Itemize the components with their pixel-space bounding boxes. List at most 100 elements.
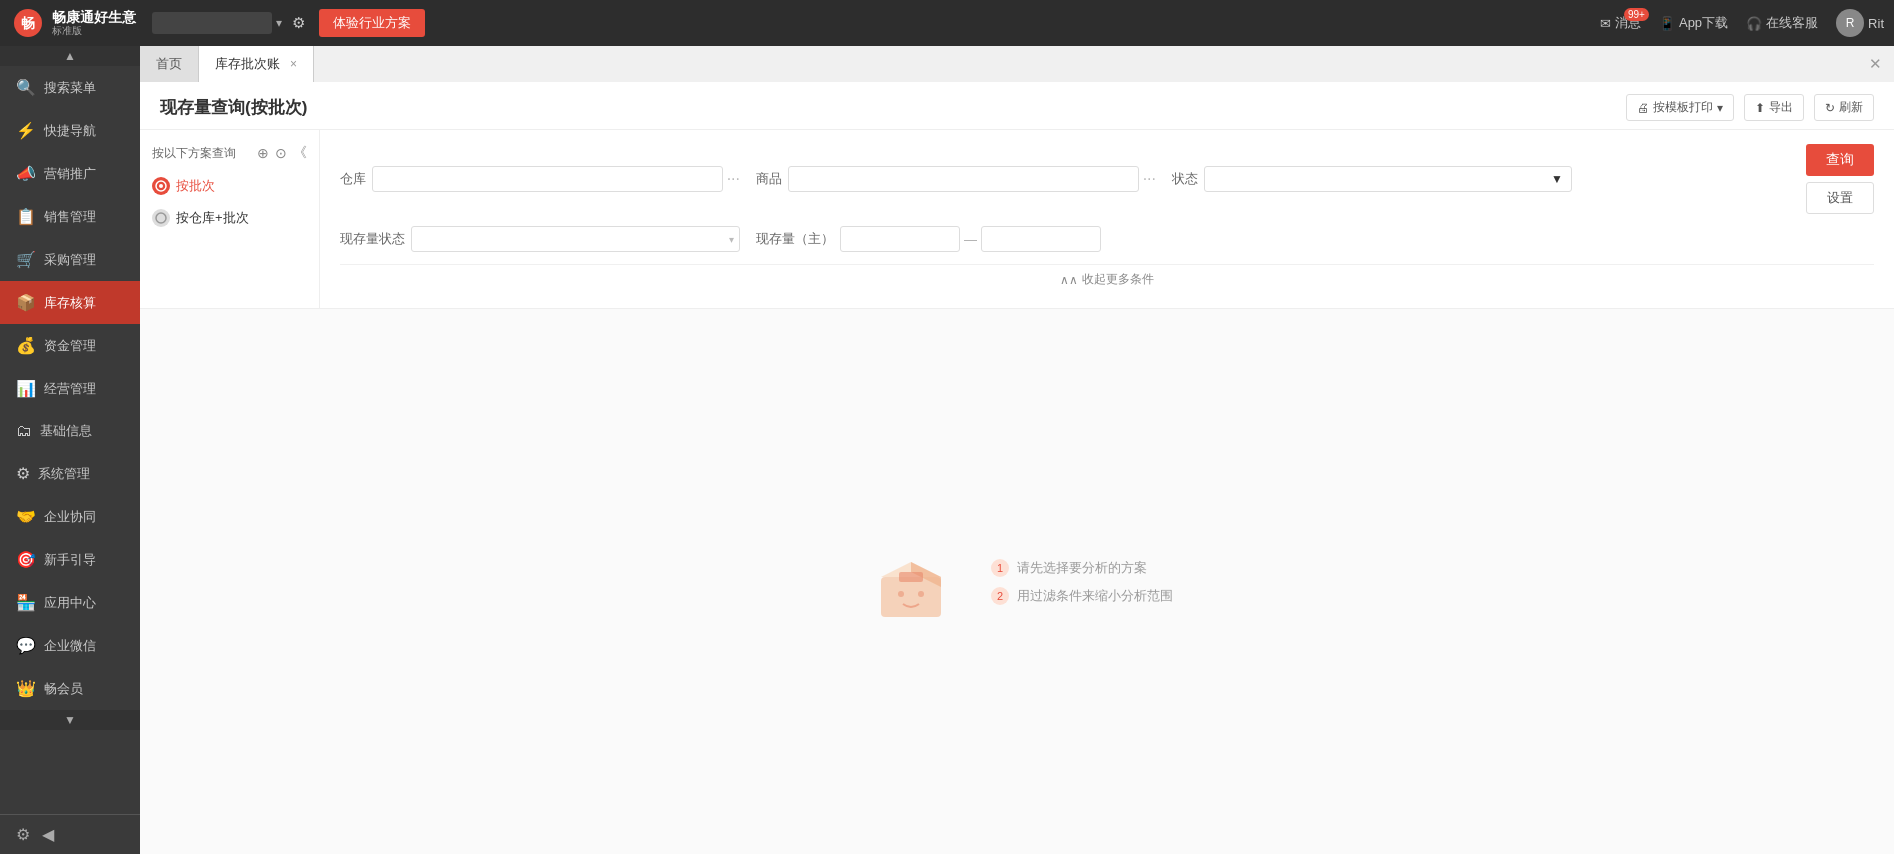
sidebar-item-label: 搜索菜单: [44, 79, 96, 97]
add-scheme-icon[interactable]: ⊕: [257, 145, 269, 161]
chevron-up-icon: ∧∧: [1060, 273, 1078, 287]
online-service-label: 在线客服: [1766, 14, 1818, 32]
stock-status-select[interactable]: [411, 226, 740, 252]
tab-inventory-batch[interactable]: 库存批次账 ×: [199, 46, 314, 82]
svg-rect-8: [899, 572, 923, 582]
topbar-search-area: ▾ ⚙: [152, 12, 305, 34]
app-download-label: App下载: [1679, 14, 1728, 32]
sidebar-item-label: 资金管理: [44, 337, 96, 355]
page-title: 现存量查询(按批次): [160, 96, 1626, 119]
stock-qty-dash: —: [960, 232, 981, 247]
scheme-item-batch[interactable]: 按批次: [140, 170, 319, 202]
brand-info: 畅康通好生意 标准版: [52, 9, 136, 38]
query-button[interactable]: 查询: [1806, 144, 1874, 176]
warehouse-more-icon[interactable]: ···: [727, 170, 740, 188]
search-icon: 🔍: [16, 78, 36, 97]
collapse-more-conditions[interactable]: ∧∧ 收起更多条件: [340, 264, 1874, 294]
newbie-icon: 🎯: [16, 550, 36, 569]
empty-tip-2-text: 用过滤条件来缩小分析范围: [1017, 587, 1173, 605]
scheme-settings-icon[interactable]: ⊙: [275, 145, 287, 161]
messages-item[interactable]: ✉ 消息 99+: [1600, 14, 1641, 32]
filter-row-2: 现存量状态 ▾ 现存量（主） —: [340, 226, 1874, 252]
status-select[interactable]: ▼: [1204, 166, 1572, 192]
topbar-search-input[interactable]: [152, 12, 272, 34]
warehouse-label: 仓库: [340, 170, 366, 188]
status-label: 状态: [1172, 170, 1198, 188]
empty-state: 1 请先选择要分析的方案 2 用过滤条件来缩小分析范围: [140, 308, 1894, 854]
sidebar-item-purchase[interactable]: 🛒 采购管理: [0, 238, 140, 281]
lightning-icon: ⚡: [16, 121, 36, 140]
sales-icon: 📋: [16, 207, 36, 226]
print-dropdown-icon[interactable]: ▾: [1717, 101, 1723, 115]
app-download-item[interactable]: 📱 App下载: [1659, 14, 1728, 32]
topbar-gear-icon[interactable]: ⚙: [292, 14, 305, 32]
user-profile-item[interactable]: R Rit: [1836, 9, 1884, 37]
sidebar-item-label: 采购管理: [44, 251, 96, 269]
scheme-icon-red: [152, 177, 170, 195]
sidebar-item-search[interactable]: 🔍 搜索菜单: [0, 66, 140, 109]
filter-group-status: 状态 ▼: [1172, 166, 1572, 192]
svg-rect-5: [881, 577, 941, 617]
sidebar-item-member[interactable]: 👑 畅会员: [0, 667, 140, 710]
wechat-icon: 💬: [16, 636, 36, 655]
marketing-icon: 📣: [16, 164, 36, 183]
filters-layout: 按以下方案查询 ⊕ ⊙ 《 按批次: [140, 130, 1894, 308]
sidebar-item-inventory[interactable]: 📦 库存核算: [0, 281, 140, 324]
phone-icon: 📱: [1659, 16, 1675, 31]
filter-group-stock-status: 现存量状态 ▾: [340, 226, 740, 252]
scheme-collapse-icon[interactable]: 《: [293, 144, 307, 162]
sidebar-item-label: 畅会员: [44, 680, 83, 698]
export-button[interactable]: ⬆ 导出: [1744, 94, 1804, 121]
product-input[interactable]: [788, 166, 1139, 192]
warehouse-input[interactable]: [372, 166, 723, 192]
experience-industry-button[interactable]: 体验行业方案: [319, 9, 425, 37]
scheme-panel: 按以下方案查询 ⊕ ⊙ 《 按批次: [140, 130, 320, 308]
sidebar-item-appstore[interactable]: 🏪 应用中心: [0, 581, 140, 624]
svg-point-9: [898, 591, 904, 597]
sidebar-item-marketing[interactable]: 📣 营销推广: [0, 152, 140, 195]
page-content: 现存量查询(按批次) 🖨 按模板打印 ▾ ⬆ 导出 ↻ 刷新: [140, 82, 1894, 854]
purchase-icon: 🛒: [16, 250, 36, 269]
sidebar: ▲ 🔍 搜索菜单 ⚡ 快捷导航 📣 营销推广 📋 销售管理 🛒 采购管理 📦 库…: [0, 46, 140, 854]
sidebar-item-sales[interactable]: 📋 销售管理: [0, 195, 140, 238]
sidebar-settings-icon[interactable]: ⚙: [16, 825, 30, 844]
sidebar-item-basic[interactable]: 🗂 基础信息: [0, 410, 140, 452]
tab-bar: 首页 库存批次账 × ✕: [140, 46, 1894, 82]
sidebar-scroll-down[interactable]: ▼: [0, 710, 140, 730]
finance-icon: 💰: [16, 336, 36, 355]
sidebar-item-enterprise[interactable]: 🤝 企业协同: [0, 495, 140, 538]
sidebar-item-shortcut[interactable]: ⚡ 快捷导航: [0, 109, 140, 152]
main-layout: ▲ 🔍 搜索菜单 ⚡ 快捷导航 📣 营销推广 📋 销售管理 🛒 采购管理 📦 库…: [0, 46, 1894, 854]
stock-qty-max-input[interactable]: [981, 226, 1101, 252]
export-icon: ⬆: [1755, 101, 1765, 115]
inventory-icon: 📦: [16, 293, 36, 312]
tab-home[interactable]: 首页: [140, 46, 199, 82]
appstore-icon: 🏪: [16, 593, 36, 612]
tab-close-icon[interactable]: ×: [290, 57, 297, 71]
stock-qty-min-input[interactable]: [840, 226, 960, 252]
sidebar-scroll-up[interactable]: ▲: [0, 46, 140, 66]
svg-point-10: [918, 591, 924, 597]
sidebar-item-finance[interactable]: 💰 资金管理: [0, 324, 140, 367]
topbar-chevron-icon[interactable]: ▾: [276, 16, 282, 30]
basic-icon: 🗂: [16, 422, 32, 440]
print-button[interactable]: 🖨 按模板打印 ▾: [1626, 94, 1734, 121]
product-more-icon[interactable]: ···: [1143, 170, 1156, 188]
sidebar-item-label: 经营管理: [44, 380, 96, 398]
tab-panel-close-button[interactable]: ✕: [1857, 46, 1894, 82]
sidebar-item-system[interactable]: ⚙ 系统管理: [0, 452, 140, 495]
sidebar-item-operation[interactable]: 📊 经营管理: [0, 367, 140, 410]
refresh-button[interactable]: ↻ 刷新: [1814, 94, 1874, 121]
scheme-header: 按以下方案查询 ⊕ ⊙ 《: [140, 140, 319, 170]
settings-button[interactable]: 设置: [1806, 182, 1874, 214]
sidebar-item-label: 企业协同: [44, 508, 96, 526]
sidebar-collapse-icon[interactable]: ◀: [42, 825, 54, 844]
collapse-label: 收起更多条件: [1082, 271, 1154, 288]
online-service-item[interactable]: 🎧 在线客服: [1746, 14, 1818, 32]
sidebar-item-label: 快捷导航: [44, 122, 96, 140]
filters-right: 仓库 ··· 商品 ··· 状态: [320, 130, 1894, 308]
sidebar-item-newbie[interactable]: 🎯 新手引导: [0, 538, 140, 581]
sidebar-item-wechat[interactable]: 💬 企业微信: [0, 624, 140, 667]
scheme-item-warehouse-batch[interactable]: 按仓库+批次: [140, 202, 319, 234]
username: Rit: [1868, 16, 1884, 31]
